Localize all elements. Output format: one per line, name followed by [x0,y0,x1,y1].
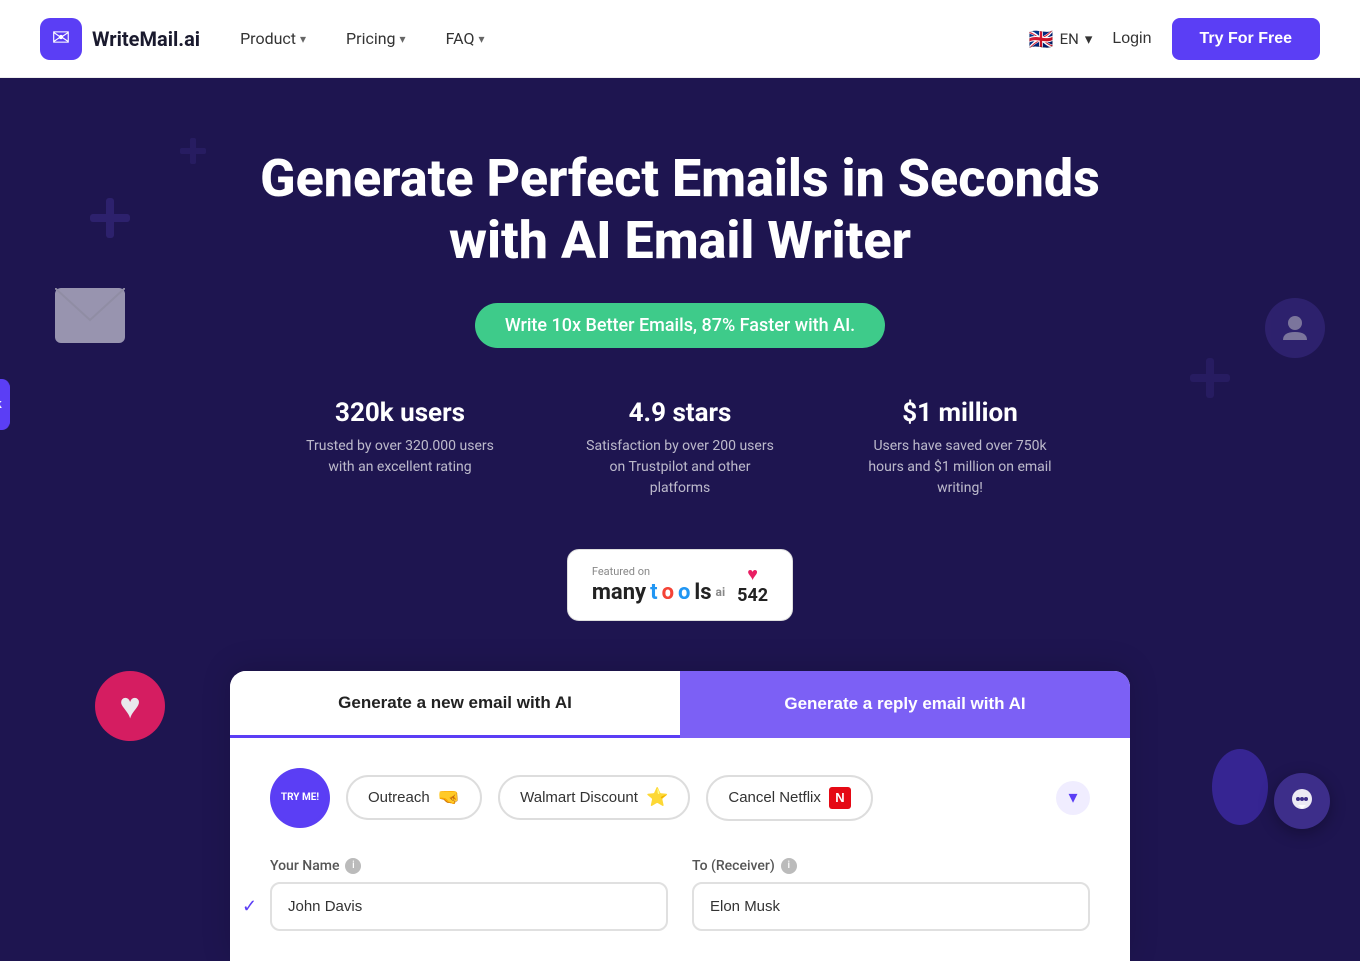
check-icon: ✓ [242,896,257,917]
walmart-icon: ⭐ [646,787,668,808]
navbar-left: ✉ WriteMail.ai Product ▾ Pricing ▾ FAQ ▾ [40,18,484,60]
chevron-down-icon: ▾ [400,32,406,46]
stat-users-value: 320k users [300,398,500,428]
navbar-right: 🇬🇧 EN ▾ Login Try For Free [1029,18,1320,60]
decorative-cross [90,198,130,242]
decorative-avatar-right [1265,298,1325,358]
logo-icon: ✉ [40,18,82,60]
logo[interactable]: ✉ WriteMail.ai [40,18,200,60]
nav-pricing[interactable]: Pricing ▾ [346,21,406,56]
stat-stars: 4.9 stars Satisfaction by over 200 users… [580,398,780,499]
login-button[interactable]: Login [1112,30,1151,48]
receiver-field-group: To (Receiver) i [692,858,1090,931]
netflix-icon: N [829,787,851,809]
flag-icon: 🇬🇧 [1029,27,1054,51]
stat-users: 320k users Trusted by over 320.000 users… [300,398,500,499]
tab-container: Generate a new email with AI Generate a … [230,671,1130,961]
manytools-content: Featured on manytoolsai [592,565,725,605]
chevron-down-icon: ▾ [1085,30,1093,48]
chevron-down-icon: ▾ [300,32,306,46]
try-free-button[interactable]: Try For Free [1172,18,1320,60]
manytools-count-section: ♥ 542 [737,564,768,606]
stat-stars-value: 4.9 stars [580,398,780,428]
chat-icon [1288,787,1316,815]
name-input-wrapper: ✓ [270,882,668,931]
tab-body: TRY ME! Outreach 🤜 Walmart Discount ⭐ Ca… [230,738,1130,961]
chevron-down-icon: ▾ [1068,787,1077,808]
hero-badge: Write 10x Better Emails, 87% Faster with… [475,303,885,348]
hero-section: ♥ Generate Perfect Emails in Seconds wit… [0,78,1360,961]
pill-walmart-label: Walmart Discount [520,789,638,806]
pill-walmart[interactable]: Walmart Discount ⭐ [498,775,690,820]
stats-row: 320k users Trusted by over 320.000 users… [300,398,1060,499]
logo-text: WriteMail.ai [92,27,200,51]
name-field-group: Your Name i ✓ [270,858,668,931]
outreach-icon: 🤜 [438,787,460,808]
receiver-label: To (Receiver) i [692,858,1090,874]
tab-reply-email[interactable]: Generate a reply email with AI [680,671,1130,738]
name-input[interactable] [270,882,668,931]
manytools-logo: manytoolsai [592,580,725,605]
language-selector[interactable]: 🇬🇧 EN ▾ [1029,27,1093,51]
name-label: Your Name i [270,858,668,874]
decorative-cross-right [1190,358,1230,402]
receiver-input[interactable] [692,882,1090,931]
pills-row: TRY ME! Outreach 🤜 Walmart Discount ⭐ Ca… [270,768,1090,828]
pill-netflix-label: Cancel Netflix [728,789,821,806]
tab-new-email[interactable]: Generate a new email with AI [230,671,680,738]
receiver-info-icon[interactable]: i [781,858,797,874]
pill-outreach[interactable]: Outreach 🤜 [346,775,482,820]
form-row: Your Name i ✓ To (Receiver) i [270,858,1090,931]
stat-users-desc: Trusted by over 320.000 users with an ex… [300,436,500,478]
tab-header: Generate a new email with AI Generate a … [230,671,1130,738]
decorative-cross-2 [180,138,206,168]
stat-stars-desc: Satisfaction by over 200 users on Trustp… [580,436,780,499]
stat-savings-desc: Users have saved over 750k hours and $1 … [860,436,1060,499]
chat-bubble-button[interactable] [1274,773,1330,829]
decorative-heart: ♥ [95,671,165,741]
decorative-blob-right [1210,747,1270,831]
stat-savings: $1 million Users have saved over 750k ho… [860,398,1060,499]
more-options-button[interactable]: ▾ [1056,781,1090,815]
decorative-envelope [55,288,125,347]
try-me-badge[interactable]: TRY ME! [270,768,330,828]
manytools-featured-label: Featured on [592,565,725,578]
pill-outreach-label: Outreach [368,789,430,806]
name-info-icon[interactable]: i [345,858,361,874]
nav-faq[interactable]: FAQ ▾ [446,21,485,56]
receiver-input-wrapper [692,882,1090,931]
hero-title: Generate Perfect Emails in Seconds with … [230,148,1130,273]
pill-netflix[interactable]: Cancel Netflix N [706,775,873,821]
navbar: ✉ WriteMail.ai Product ▾ Pricing ▾ FAQ ▾… [0,0,1360,78]
nav-product[interactable]: Product ▾ [240,21,306,56]
heart-icon: ♥ [747,564,758,585]
manytools-count: 542 [737,585,768,606]
stat-savings-value: $1 million [860,398,1060,428]
manytools-badge: Featured on manytoolsai ♥ 542 [567,549,793,621]
chevron-down-icon: ▾ [478,32,484,46]
feedback-tab[interactable]: Feedback [0,379,10,430]
